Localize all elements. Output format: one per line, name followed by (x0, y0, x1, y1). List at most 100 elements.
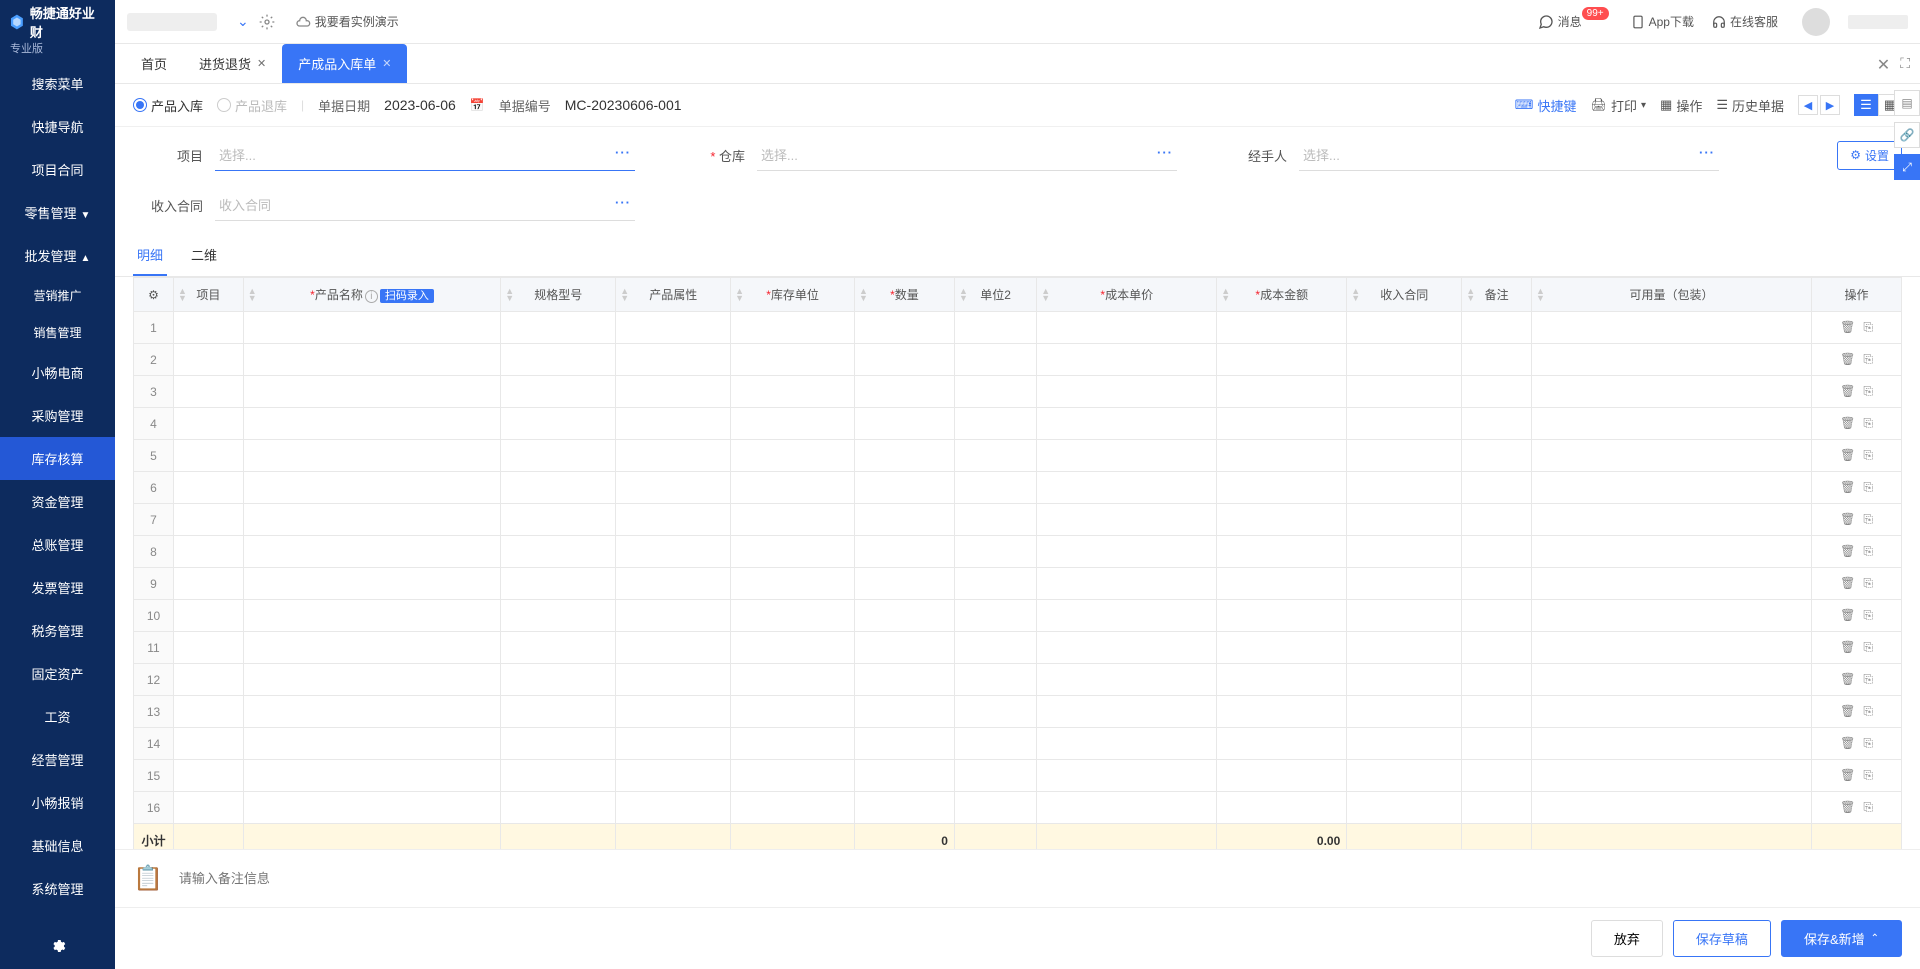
print-button[interactable]: 🖨 打印 ▾ (1590, 96, 1646, 115)
sidebar-settings[interactable] (0, 926, 115, 969)
sidebar-item[interactable]: 搜索菜单 (0, 62, 115, 105)
delete-icon[interactable]: 🗑 (1840, 352, 1855, 367)
operate-button[interactable]: ▦ 操作 (1660, 96, 1702, 115)
sidebar-item[interactable]: 固定资产 (0, 652, 115, 695)
delete-icon[interactable]: 🗑 (1840, 480, 1855, 495)
table-row[interactable]: 11🗑⎘ (134, 632, 1902, 664)
sidebar-item[interactable]: 批发管理▲ (0, 234, 115, 277)
table-row[interactable]: 7🗑⎘ (134, 504, 1902, 536)
lookup-icon[interactable]: ··· (1157, 145, 1173, 164)
sidebar-item[interactable]: 基础信息 (0, 824, 115, 867)
online-service-button[interactable]: 在线客服 (1712, 13, 1778, 30)
close-icon[interactable]: ✕ (257, 57, 266, 70)
col-income-contract[interactable]: ▲▼收入合同 (1347, 278, 1462, 312)
delete-icon[interactable]: 🗑 (1840, 448, 1855, 463)
delete-icon[interactable]: 🗑 (1840, 416, 1855, 431)
page-tab[interactable]: 进货退货✕ (183, 44, 282, 83)
sidebar-item[interactable]: 工资 (0, 695, 115, 738)
close-all-tabs[interactable]: ✕ (1877, 55, 1890, 75)
delete-icon[interactable]: 🗑 (1840, 384, 1855, 399)
col-qty[interactable]: ▲▼*数量 (854, 278, 954, 312)
table-row[interactable]: 3🗑⎘ (134, 376, 1902, 408)
col-amount[interactable]: ▲▼*成本金额 (1217, 278, 1347, 312)
col-project[interactable]: ▲▼项目 (174, 278, 244, 312)
close-icon[interactable]: ✕ (382, 57, 391, 70)
hotkey-button[interactable]: ⌨ 快捷键 (1515, 96, 1577, 115)
delete-icon[interactable]: 🗑 (1840, 704, 1855, 719)
table-row[interactable]: 1🗑⎘ (134, 312, 1902, 344)
table-row[interactable]: 10🗑⎘ (134, 600, 1902, 632)
copy-icon[interactable]: ⎘ (1863, 736, 1873, 751)
app-download-button[interactable]: App下载 (1631, 13, 1694, 30)
table-row[interactable]: 5🗑⎘ (134, 440, 1902, 472)
scan-badge[interactable]: 扫码录入 (380, 289, 434, 303)
table-row[interactable]: 12🗑⎘ (134, 664, 1902, 696)
sidebar-item[interactable]: 零售管理▼ (0, 191, 115, 234)
table-row[interactable]: 4🗑⎘ (134, 408, 1902, 440)
copy-icon[interactable]: ⎘ (1863, 512, 1873, 527)
page-tab[interactable]: 产成品入库单✕ (282, 44, 407, 83)
sidebar-item[interactable]: 小畅电商 (0, 351, 115, 394)
copy-icon[interactable]: ⎘ (1863, 480, 1873, 495)
table-row[interactable]: 6🗑⎘ (134, 472, 1902, 504)
rail-btn-attach[interactable]: 🔗 (1894, 122, 1920, 148)
sidebar-item[interactable]: 总账管理 (0, 523, 115, 566)
table-row[interactable]: 9🗑⎘ (134, 568, 1902, 600)
delete-icon[interactable]: 🗑 (1840, 576, 1855, 591)
sidebar-item[interactable]: 项目合同 (0, 148, 115, 191)
delete-icon[interactable]: 🗑 (1840, 512, 1855, 527)
handler-input[interactable]: 选择... ··· (1299, 139, 1719, 171)
table-row[interactable]: 14🗑⎘ (134, 728, 1902, 760)
sidebar-item[interactable]: 快捷导航 (0, 105, 115, 148)
view-list-button[interactable]: ☰ (1854, 94, 1878, 116)
delete-icon[interactable]: 🗑 (1840, 320, 1855, 335)
doc-date-value[interactable]: 2023-06-06 (384, 97, 456, 113)
sidebar-item[interactable]: 小畅报销 (0, 781, 115, 824)
income-contract-input[interactable]: 收入合同 ··· (215, 189, 635, 221)
copy-icon[interactable]: ⎘ (1863, 576, 1873, 591)
avatar[interactable] (1802, 8, 1830, 36)
sidebar-item[interactable]: 系统管理 (0, 867, 115, 910)
settings-button[interactable]: ⚙ 设置 (1837, 141, 1902, 170)
delete-icon[interactable]: 🗑 (1840, 640, 1855, 655)
copy-icon[interactable]: ⎘ (1863, 384, 1873, 399)
next-doc-button[interactable]: ▶ (1820, 95, 1840, 115)
delete-icon[interactable]: 🗑 (1840, 544, 1855, 559)
org-selector[interactable]: ⌄ (127, 13, 275, 31)
col-available[interactable]: ▲▼可用量（包装） (1532, 278, 1812, 312)
copy-icon[interactable]: ⎘ (1863, 672, 1873, 687)
demo-link[interactable]: 我要看实例演示 (295, 13, 399, 30)
copy-icon[interactable]: ⎘ (1863, 640, 1873, 655)
copy-icon[interactable]: ⎘ (1863, 416, 1873, 431)
save-draft-button[interactable]: 保存草稿 (1673, 920, 1771, 957)
delete-icon[interactable]: 🗑 (1840, 800, 1855, 815)
save-new-button[interactable]: 保存&新增 ⌃ (1781, 920, 1902, 957)
project-input[interactable]: 选择... ··· (215, 139, 635, 171)
copy-icon[interactable]: ⎘ (1863, 768, 1873, 783)
copy-icon[interactable]: ⎘ (1863, 704, 1873, 719)
page-tab[interactable]: 首页 (125, 44, 183, 83)
lookup-icon[interactable]: ··· (1699, 145, 1715, 164)
col-spec[interactable]: ▲▼规格型号 (501, 278, 616, 312)
delete-icon[interactable]: 🗑 (1840, 672, 1855, 687)
remarks-input[interactable] (179, 871, 1902, 886)
copy-icon[interactable]: ⎘ (1863, 544, 1873, 559)
messages-button[interactable]: 消息 99+ (1538, 13, 1613, 30)
delete-icon[interactable]: 🗑 (1840, 608, 1855, 623)
sidebar-item[interactable]: 营销推广 (0, 277, 115, 314)
col-remark[interactable]: ▲▼备注 (1462, 278, 1532, 312)
history-button[interactable]: ☰ 历史单据 (1716, 96, 1784, 115)
copy-icon[interactable]: ⎘ (1863, 352, 1873, 367)
lookup-icon[interactable]: ··· (615, 195, 631, 214)
radio-product-in[interactable]: 产品入库 (133, 96, 203, 115)
discard-button[interactable]: 放弃 (1591, 920, 1663, 957)
copy-icon[interactable]: ⎘ (1863, 800, 1873, 815)
rail-btn-1[interactable]: ▤ (1894, 90, 1920, 116)
col-price[interactable]: ▲▼*成本单价 (1037, 278, 1217, 312)
col-unit[interactable]: ▲▼*库存单位 (731, 278, 855, 312)
rail-btn-expand[interactable]: ⤢ (1894, 154, 1920, 180)
fullscreen-toggle[interactable]: ⛶ (1900, 55, 1910, 75)
sidebar-item[interactable]: 发票管理 (0, 566, 115, 609)
radio-product-out[interactable]: 产品退库 (217, 96, 287, 115)
col-unit2[interactable]: ▲▼单位2 (954, 278, 1036, 312)
